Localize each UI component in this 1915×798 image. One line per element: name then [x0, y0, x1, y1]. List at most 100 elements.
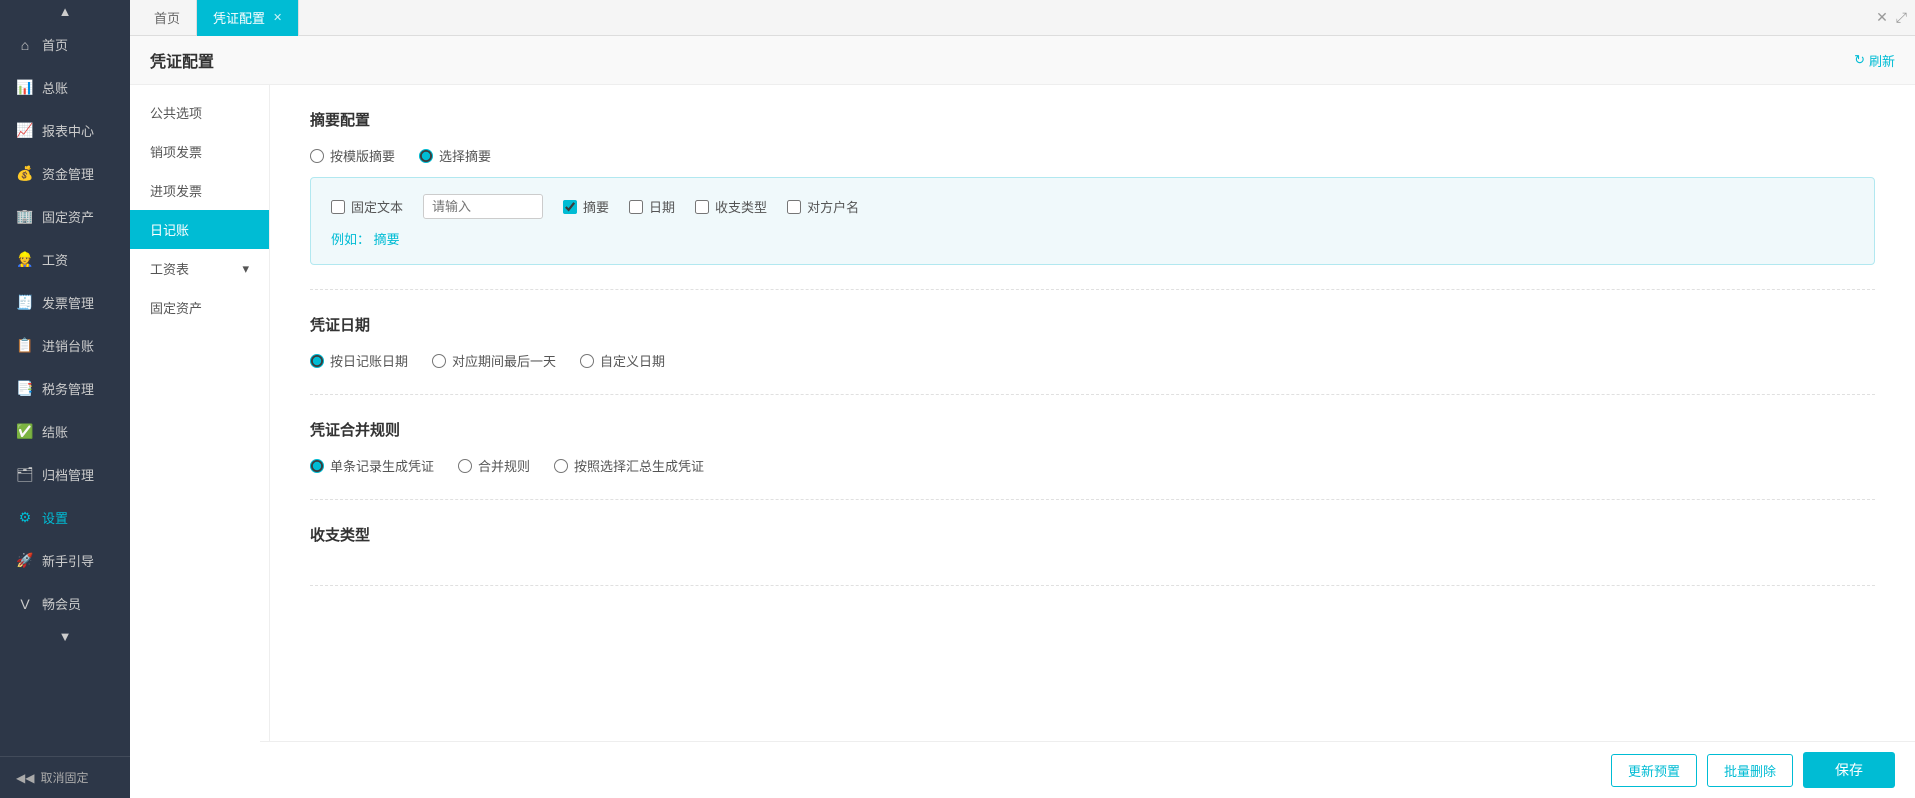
sidebar-item-invoice-mgmt[interactable]: 🧾发票管理	[0, 281, 130, 324]
sidebar-item-settings[interactable]: ⚙设置	[0, 496, 130, 539]
income-expense-checkbox[interactable]: 收支类型	[695, 197, 767, 216]
maximize-icon[interactable]: ⤢	[1896, 9, 1907, 26]
example-text: 例如： 摘要	[331, 229, 1854, 248]
sidebar-item-tax[interactable]: 📑税务管理	[0, 367, 130, 410]
sidebar-item-home[interactable]: ⌂首页	[0, 23, 130, 66]
merge-rules-section: 凭证合并规则 单条记录生成凭证 合并规则 按照选择汇总生成凭证	[310, 419, 1875, 500]
date-checkbox[interactable]: 日期	[629, 197, 675, 216]
sidebar: ▲ ⌂首页📊总账📈报表中心💰资金管理🏢固定资产👷工资🧾发票管理📋进销台账📑税务管…	[0, 0, 130, 798]
sidebar-item-fixed-assets[interactable]: 🏢固定资产	[0, 195, 130, 238]
select-merge-input[interactable]	[554, 459, 568, 473]
merge-rules-radio[interactable]: 合并规则	[458, 456, 530, 475]
income-expense-input[interactable]	[695, 200, 709, 214]
sidebar-item-funds[interactable]: 💰资金管理	[0, 152, 130, 195]
sidebar-item-reports[interactable]: 📈报表中心	[0, 109, 130, 152]
sidebar-icon-home: ⌂	[16, 37, 34, 53]
refresh-icon: ↻	[1854, 52, 1865, 68]
pin-icon: ◀◀	[16, 771, 34, 785]
right-content-inner: 摘要配置 按模版摘要 选择摘要	[270, 85, 1915, 694]
summary-input[interactable]	[563, 200, 577, 214]
update-preview-button[interactable]: 更新预置	[1611, 754, 1697, 787]
refresh-button[interactable]: ↻ 刷新	[1854, 51, 1895, 70]
date-input[interactable]	[629, 200, 643, 214]
select-summary-input[interactable]	[419, 149, 433, 163]
tab-bar: 首页凭证配置✕ ✕ ⤢	[130, 0, 1915, 36]
sidebar-item-archive[interactable]: 🗂归档管理	[0, 453, 130, 496]
left-nav-purchase-invoice[interactable]: 进项发票	[130, 171, 269, 210]
content-area: 公共选项销项发票进项发票日记账工资表▾固定资产 摘要配置 按模版摘要 选择摘要	[130, 85, 1915, 798]
merge-rules-title: 凭证合并规则	[310, 419, 1875, 440]
left-nav-sales-invoice[interactable]: 销项发票	[130, 132, 269, 171]
sidebar-icon-fixed-assets: 🏢	[16, 208, 34, 225]
voucher-date-title: 凭证日期	[310, 314, 1875, 335]
bottom-bar: 更新预置 批量删除 保存	[260, 741, 1915, 798]
voucher-date-radio-group: 按日记账日期 对应期间最后一天 自定义日期	[310, 351, 1875, 370]
summary-config-box: 固定文本 摘要 日期	[310, 177, 1875, 265]
sidebar-item-purchase-sales[interactable]: 📋进销台账	[0, 324, 130, 367]
period-last-day-radio[interactable]: 对应期间最后一天	[432, 351, 556, 370]
sidebar-icon-tax: 📑	[16, 380, 34, 397]
journal-date-input[interactable]	[310, 354, 324, 368]
left-nav-public[interactable]: 公共选项	[130, 93, 269, 132]
sidebar-icon-reports: 📈	[16, 122, 34, 139]
counterparty-input[interactable]	[787, 200, 801, 214]
summary-radio-group: 按模版摘要 选择摘要	[310, 146, 1875, 165]
sidebar-icon-settlement: ✅	[16, 423, 34, 440]
sidebar-icon-ledger: 📊	[16, 79, 34, 96]
batch-delete-button[interactable]: 批量删除	[1707, 754, 1793, 787]
sidebar-unpin-button[interactable]: ◀◀ 取消固定	[0, 756, 130, 798]
left-nav-fixed-assets-nav[interactable]: 固定资产	[130, 288, 269, 327]
custom-date-radio[interactable]: 自定义日期	[580, 351, 665, 370]
custom-date-input[interactable]	[580, 354, 594, 368]
sidebar-icon-purchase-sales: 📋	[16, 337, 34, 354]
template-summary-radio[interactable]: 按模版摘要	[310, 146, 395, 165]
left-nav: 公共选项销项发票进项发票日记账工资表▾固定资产	[130, 85, 270, 798]
tab-close-voucher-config[interactable]: ✕	[273, 11, 282, 24]
summary-section: 摘要配置 按模版摘要 选择摘要	[310, 109, 1875, 290]
voucher-date-section: 凭证日期 按日记账日期 对应期间最后一天 自定义日期	[310, 314, 1875, 395]
sidebar-icon-funds: 💰	[16, 165, 34, 182]
sidebar-item-payroll[interactable]: 👷工资	[0, 238, 130, 281]
fixed-text-input[interactable]	[331, 200, 345, 214]
period-last-day-input[interactable]	[432, 354, 446, 368]
income-expense-title: 收支类型	[310, 524, 1875, 545]
sidebar-item-ledger[interactable]: 📊总账	[0, 66, 130, 109]
close-window-icon[interactable]: ✕	[1876, 9, 1888, 26]
sidebar-scroll-up[interactable]: ▲	[0, 0, 130, 23]
fixed-text-checkbox[interactable]: 固定文本	[331, 197, 403, 216]
tab-home[interactable]: 首页	[138, 0, 197, 36]
counterparty-checkbox[interactable]: 对方户名	[787, 197, 859, 216]
income-expense-section: 收支类型	[310, 524, 1875, 586]
page-header: 凭证配置 ↻ 刷新	[130, 36, 1915, 85]
tab-voucher-config[interactable]: 凭证配置✕	[197, 0, 299, 36]
fixed-text-field[interactable]	[423, 194, 543, 219]
summary-checkboxes: 固定文本 摘要 日期	[331, 194, 1854, 219]
summary-checkbox[interactable]: 摘要	[563, 197, 609, 216]
template-summary-input[interactable]	[310, 149, 324, 163]
sidebar-icon-payroll: 👷	[16, 251, 34, 268]
sidebar-icon-guide: 🚀	[16, 552, 34, 569]
left-nav-journal[interactable]: 日记账	[130, 210, 269, 249]
sidebar-icon-invoice-mgmt: 🧾	[16, 294, 34, 311]
sidebar-item-settlement[interactable]: ✅结账	[0, 410, 130, 453]
page-title: 凭证配置	[150, 48, 214, 72]
journal-date-radio[interactable]: 按日记账日期	[310, 351, 408, 370]
sidebar-item-member[interactable]: V畅会员	[0, 582, 130, 625]
select-merge-radio[interactable]: 按照选择汇总生成凭证	[554, 456, 704, 475]
single-record-radio[interactable]: 单条记录生成凭证	[310, 456, 434, 475]
sidebar-icon-member: V	[16, 596, 34, 612]
save-button[interactable]: 保存	[1803, 752, 1895, 788]
sidebar-item-guide[interactable]: 🚀新手引导	[0, 539, 130, 582]
single-record-input[interactable]	[310, 459, 324, 473]
sidebar-icon-archive: 🗂	[16, 466, 34, 483]
tab-bar-controls: ✕ ⤢	[1876, 9, 1907, 26]
left-nav-payroll-table[interactable]: 工资表▾	[130, 249, 269, 288]
select-summary-radio[interactable]: 选择摘要	[419, 146, 491, 165]
right-content: 摘要配置 按模版摘要 选择摘要	[270, 85, 1915, 798]
sidebar-scroll-down[interactable]: ▼	[0, 625, 130, 648]
sidebar-icon-settings: ⚙	[16, 509, 34, 526]
merge-rules-input[interactable]	[458, 459, 472, 473]
summary-title: 摘要配置	[310, 109, 1875, 130]
chevron-down-icon: ▾	[242, 261, 249, 277]
merge-rules-radio-group: 单条记录生成凭证 合并规则 按照选择汇总生成凭证	[310, 456, 1875, 475]
